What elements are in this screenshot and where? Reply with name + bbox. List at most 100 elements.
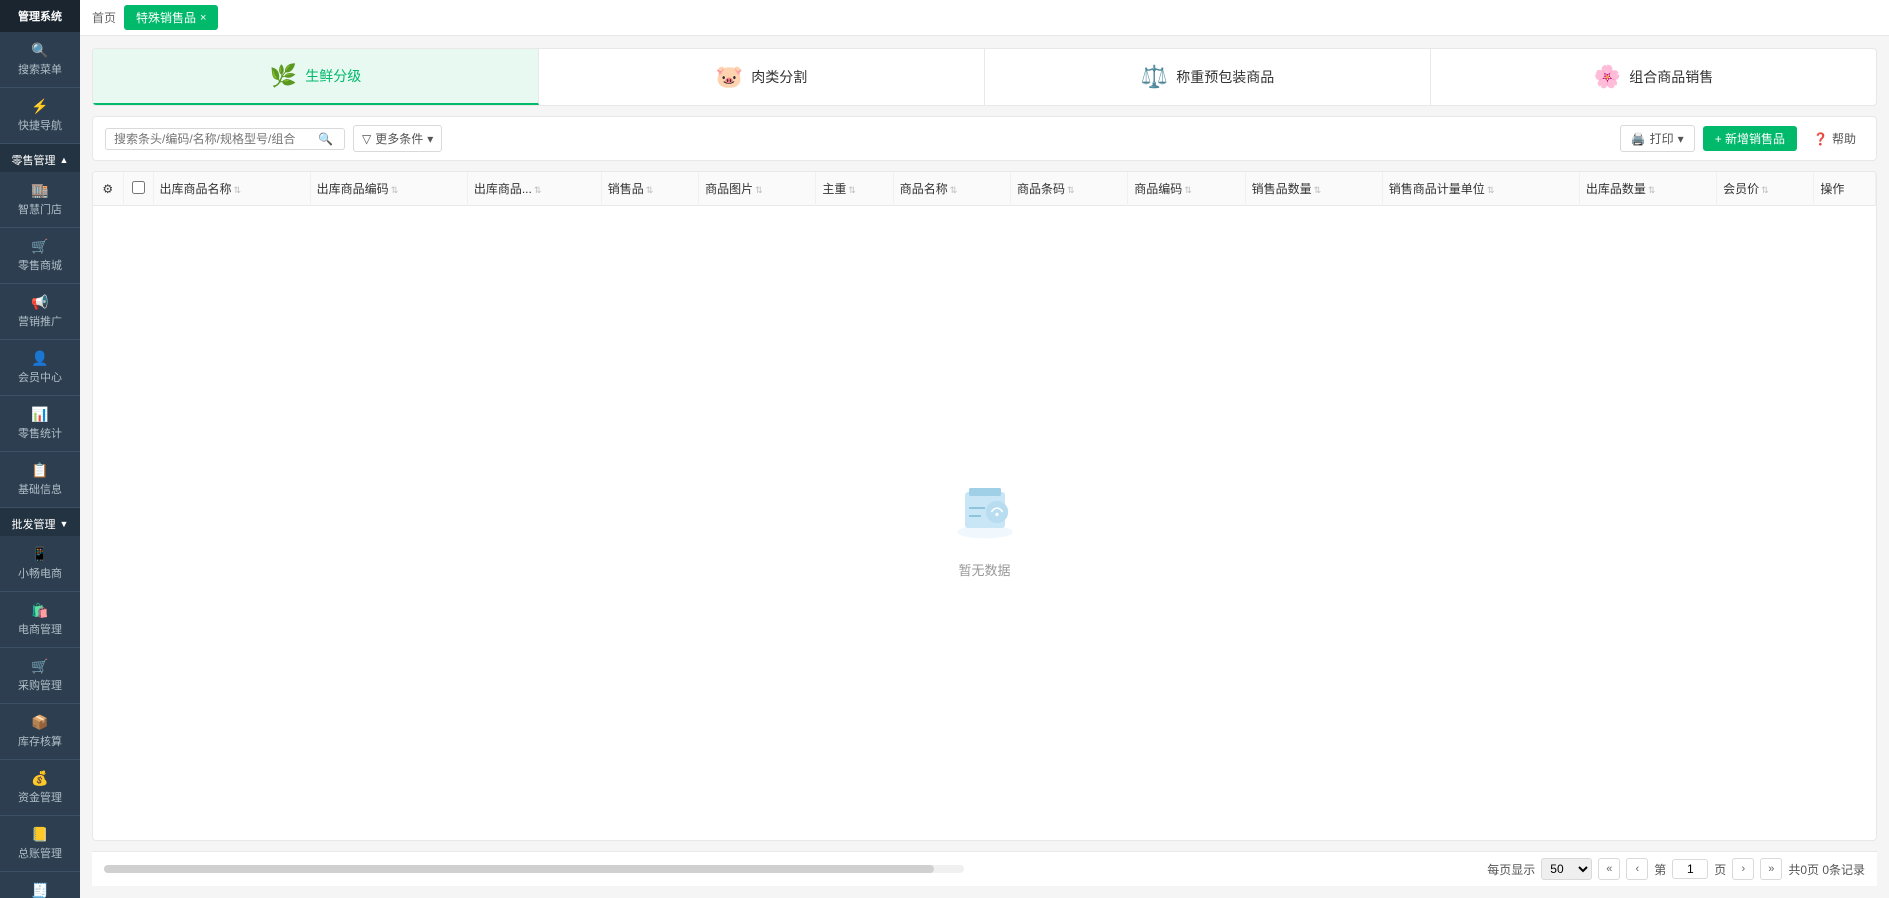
help-icon: ❓ bbox=[1813, 132, 1828, 146]
data-table: ⚙ 出库商品名称⇅ 出库商品编码⇅ 出库商品...⇅ 销售品⇅ 商品图片⇅ 主重… bbox=[92, 171, 1877, 841]
sidebar-item-label: 电商管理 bbox=[18, 621, 62, 637]
cat-tab-label: 肉类分割 bbox=[751, 67, 807, 87]
sidebar-item-label: 快捷导航 bbox=[18, 117, 62, 133]
empty-icon bbox=[945, 468, 1025, 548]
sidebar-item-inventory[interactable]: 📦 库存核算 bbox=[0, 704, 80, 760]
finance-icon: 💰 bbox=[31, 770, 48, 787]
col-sku: 商品编码⇅ bbox=[1128, 172, 1245, 206]
sidebar-item-label: 营销推广 bbox=[18, 313, 62, 329]
meat-icon: 🐷 bbox=[716, 64, 743, 90]
search-input[interactable] bbox=[114, 132, 314, 146]
sidebar-section-retail[interactable]: 零售管理 ▲ bbox=[0, 144, 80, 172]
sidebar-item-label: 总账管理 bbox=[18, 845, 62, 861]
sidebar-item-promo[interactable]: 📢 营销推广 bbox=[0, 284, 80, 340]
col-sale-item: 销售品⇅ bbox=[601, 172, 698, 206]
sidebar-section-wholesale[interactable]: 批发管理 ▼ bbox=[0, 508, 80, 536]
sidebar-item-retail-stats[interactable]: 📊 零售统计 bbox=[0, 396, 80, 452]
sidebar-item-label: 会员中心 bbox=[18, 369, 62, 385]
weigh-icon: ⚖️ bbox=[1141, 64, 1168, 90]
close-tab-icon[interactable]: × bbox=[200, 12, 206, 24]
toolbar-right: 🖨️ 打印 ▾ + 新增销售品 ❓ 帮助 bbox=[1620, 125, 1864, 152]
mini-icon: 📱 bbox=[31, 546, 48, 563]
col-name: 商品名称⇅ bbox=[893, 172, 1010, 206]
total-label: 共0页 0条记录 bbox=[1788, 861, 1865, 878]
category-tabs: 🌿 生鲜分级 🐷 肉类分割 ⚖️ 称重预包装商品 🌸 组合商品销售 bbox=[92, 48, 1877, 106]
toolbar-left: 🔍 ▽ 更多条件 ▾ bbox=[105, 125, 442, 152]
horizontal-scrollbar[interactable] bbox=[104, 865, 964, 873]
mall-icon: 🛒 bbox=[31, 238, 48, 255]
sidebar-item-label: 零售统计 bbox=[18, 425, 62, 441]
print-button[interactable]: 🖨️ 打印 ▾ bbox=[1620, 125, 1695, 152]
combo-icon: 🌸 bbox=[1594, 64, 1621, 90]
chevron-down-icon: ▾ bbox=[427, 132, 433, 146]
page-number-input[interactable] bbox=[1672, 859, 1708, 879]
sidebar-item-search[interactable]: 🔍 搜索菜单 bbox=[0, 32, 80, 88]
sidebar-item-basic-info[interactable]: 📋 基础信息 bbox=[0, 452, 80, 508]
help-button[interactable]: ❓ 帮助 bbox=[1805, 126, 1864, 151]
next-page-button[interactable]: › bbox=[1732, 858, 1754, 880]
ecom-icon: 🛍️ bbox=[31, 602, 48, 619]
help-label: 帮助 bbox=[1832, 130, 1856, 147]
sidebar-item-invoice[interactable]: 🧾 发票管理 bbox=[0, 872, 80, 898]
last-page-button[interactable]: » bbox=[1760, 858, 1782, 880]
sidebar-item-ecom[interactable]: 🛍️ 电商管理 bbox=[0, 592, 80, 648]
chevron-down-icon: ▼ bbox=[60, 519, 69, 529]
sidebar: 管理系统 🔍 搜索菜单 ⚡ 快捷导航 零售管理 ▲ 🏬 智慧门店 🛒 零售商城 … bbox=[0, 0, 80, 898]
sidebar-item-label: 资金管理 bbox=[18, 789, 62, 805]
search-box: 🔍 bbox=[105, 128, 345, 150]
cat-tab-label: 称重预包装商品 bbox=[1176, 67, 1274, 87]
filter-label: 更多条件 bbox=[375, 130, 423, 147]
per-page-label: 每页显示 bbox=[1487, 861, 1535, 878]
filter-icon: ▽ bbox=[362, 132, 371, 146]
sidebar-logo: 管理系统 bbox=[0, 0, 80, 32]
search-icon: 🔍 bbox=[31, 42, 48, 59]
active-tab-label: 特殊销售品 bbox=[136, 9, 196, 26]
cat-tab-label: 生鲜分级 bbox=[305, 66, 361, 86]
sidebar-item-purchase[interactable]: 🛒 采购管理 bbox=[0, 648, 80, 704]
sidebar-item-label: 零售商城 bbox=[18, 257, 62, 273]
new-button[interactable]: + 新增销售品 bbox=[1703, 126, 1797, 151]
main-area: 首页 特殊销售品 × 🌿 生鲜分级 🐷 肉类分割 ⚖️ 称重预包装商品 🌸 组合… bbox=[80, 0, 1889, 898]
sidebar-item-label: 采购管理 bbox=[18, 677, 62, 693]
fresh-icon: 🌿 bbox=[270, 63, 297, 89]
prev-page-button[interactable]: ‹ bbox=[1626, 858, 1648, 880]
settings-icon[interactable]: ⚙ bbox=[102, 182, 113, 196]
ledger-icon: 📒 bbox=[31, 826, 48, 843]
sidebar-item-member[interactable]: 👤 会员中心 bbox=[0, 340, 80, 396]
sidebar-item-label: 智慧门店 bbox=[18, 201, 62, 217]
lightning-icon: ⚡ bbox=[31, 98, 48, 115]
home-link[interactable]: 首页 bbox=[92, 9, 116, 26]
col-weight: 主重⇅ bbox=[816, 172, 893, 206]
sidebar-item-label: 库存核算 bbox=[18, 733, 62, 749]
col-member-price: 会员价⇅ bbox=[1717, 172, 1814, 206]
print-label: 打印 bbox=[1650, 130, 1674, 147]
stats-icon: 📊 bbox=[31, 406, 48, 423]
scrollbar-thumb bbox=[104, 865, 934, 873]
sidebar-item-retail-mall[interactable]: 🛒 零售商城 bbox=[0, 228, 80, 284]
print-icon: 🖨️ bbox=[1631, 132, 1646, 146]
col-sale-unit: 销售商品计量单位⇅ bbox=[1382, 172, 1579, 206]
select-all-checkbox[interactable] bbox=[132, 181, 145, 194]
sidebar-item-finance[interactable]: 💰 资金管理 bbox=[0, 760, 80, 816]
cat-tab-meat[interactable]: 🐷 肉类分割 bbox=[539, 49, 985, 105]
page-label-post: 页 bbox=[1714, 861, 1726, 878]
cat-tab-combo[interactable]: 🌸 组合商品销售 bbox=[1431, 49, 1876, 105]
col-barcode: 商品条码⇅ bbox=[1011, 172, 1128, 206]
sidebar-item-label: 搜索菜单 bbox=[18, 61, 62, 77]
cat-tab-fresh[interactable]: 🌿 生鲜分级 bbox=[93, 49, 539, 105]
cat-tab-weigh[interactable]: ⚖️ 称重预包装商品 bbox=[985, 49, 1431, 105]
sidebar-item-mini-shop[interactable]: 📱 小畅电商 bbox=[0, 536, 80, 592]
pagination: 每页显示 50 10 20 100 « ‹ 第 页 › » 共0页 0条记录 bbox=[1487, 858, 1865, 880]
sidebar-item-quick-nav[interactable]: ⚡ 快捷导航 bbox=[0, 88, 80, 144]
empty-state: 暂无数据 bbox=[93, 206, 1876, 840]
sidebar-item-ledger[interactable]: 📒 总账管理 bbox=[0, 816, 80, 872]
active-tab[interactable]: 特殊销售品 × bbox=[124, 5, 218, 30]
info-icon: 📋 bbox=[31, 462, 48, 479]
first-page-button[interactable]: « bbox=[1598, 858, 1620, 880]
sidebar-section-label: 批发管理 bbox=[12, 516, 56, 532]
filter-button[interactable]: ▽ 更多条件 ▾ bbox=[353, 125, 442, 152]
sidebar-item-label: 基础信息 bbox=[18, 481, 62, 497]
per-page-select[interactable]: 50 10 20 100 bbox=[1541, 858, 1592, 880]
sidebar-item-smart-store[interactable]: 🏬 智慧门店 bbox=[0, 172, 80, 228]
col-image: 商品图片⇅ bbox=[699, 172, 816, 206]
